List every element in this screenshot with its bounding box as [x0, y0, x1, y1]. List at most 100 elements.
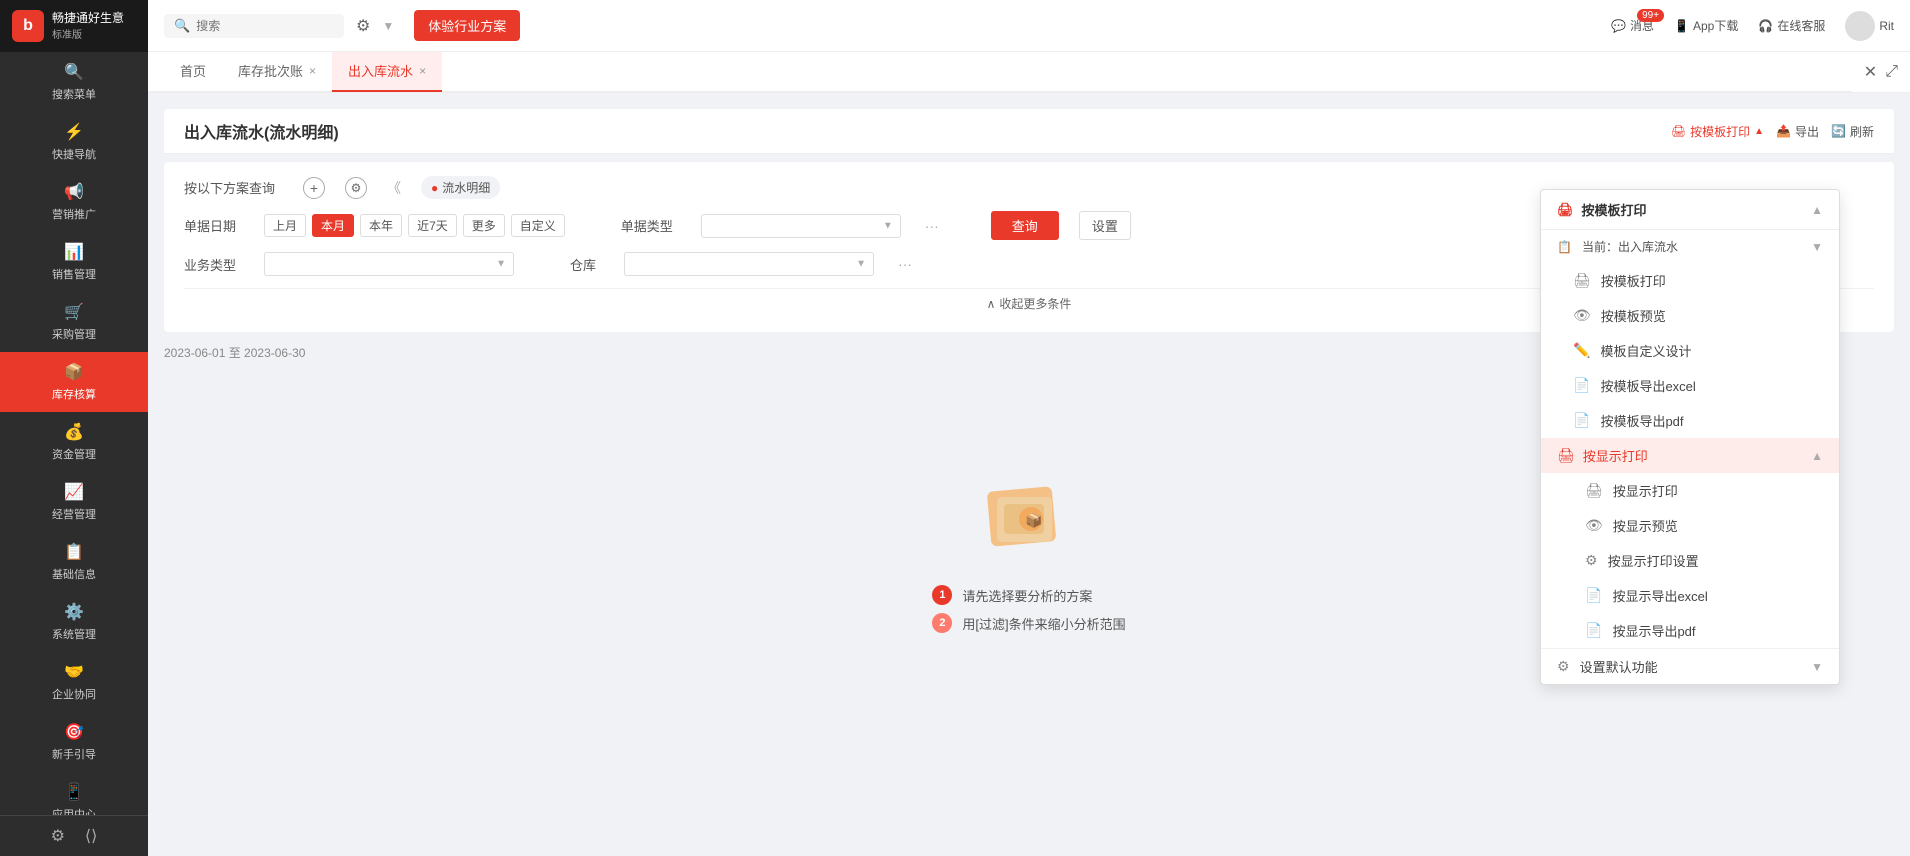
- sidebar-item-guide[interactable]: 🎯 新手引导: [0, 712, 148, 772]
- search-input[interactable]: [196, 19, 326, 33]
- sidebar-item-purchase[interactable]: 🛒 采购管理: [0, 292, 148, 352]
- date-current-month[interactable]: 本月: [312, 214, 354, 237]
- date-prev-month[interactable]: 上月: [264, 214, 306, 237]
- sidebar-icon-finance: 💰: [64, 422, 84, 442]
- sidebar-label-quick-nav: 快捷导航: [52, 146, 96, 162]
- avatar: [1845, 11, 1875, 41]
- print-dropdown-panel: 🖨 按模板打印 ▲ 📋 当前：出入库流水 ▼ 🖨 按模板打印 �: [1540, 189, 1840, 685]
- tab-batch-account-close[interactable]: ×: [309, 64, 316, 78]
- current-icon: 📋: [1557, 240, 1572, 254]
- brand-badge: 标准版: [52, 26, 124, 41]
- app-download-icon: 📱: [1674, 19, 1689, 33]
- print-template-btn[interactable]: 🖨 按模板打印 ▲: [1671, 123, 1764, 140]
- display-preview-icon: 👁: [1585, 517, 1603, 534]
- date-custom[interactable]: 自定义: [511, 214, 565, 237]
- warehouse-more-btn[interactable]: ···: [894, 252, 916, 276]
- topbar-dropdown-icon[interactable]: ▼: [382, 19, 394, 33]
- online-service-btn[interactable]: 🎧 在线客服: [1758, 17, 1825, 34]
- tab-flow[interactable]: 出入库流水 ×: [332, 52, 442, 92]
- template-export-excel-item[interactable]: 📄 按模板导出excel: [1541, 368, 1839, 403]
- brand-name: 畅捷通好生意: [52, 11, 124, 27]
- business-type-select-wrapper: [264, 252, 514, 276]
- step-1-num: 1: [932, 585, 952, 605]
- template-custom-item[interactable]: ✏️ 模板自定义设计: [1541, 333, 1839, 368]
- template-export-pdf-item[interactable]: 📄 按模板导出pdf: [1541, 403, 1839, 438]
- sidebar: b 畅捷通好生意 标准版 🔍 搜索菜单 ⚡ 快捷导航 📢 营销推广 📊 销售管理…: [0, 0, 148, 856]
- content-area: 出入库流水(流水明细) 🖨 按模板打印 ▲ 📤 导出 🔄 刷新: [148, 93, 1910, 856]
- query-btn[interactable]: 查询: [991, 211, 1059, 240]
- template-print-item[interactable]: 🖨 按模板打印: [1541, 263, 1839, 298]
- sidebar-item-marketing[interactable]: 📢 营销推广: [0, 172, 148, 232]
- print-header-icon: 🖨: [1557, 202, 1574, 218]
- page-header: 出入库流水(流水明细) 🖨 按模板打印 ▲ 📤 导出 🔄 刷新: [164, 109, 1894, 154]
- display-print-settings-item[interactable]: ⚙ 按显示打印设置: [1541, 543, 1839, 578]
- print-dropdown-chevron-up[interactable]: ▲: [1811, 203, 1823, 217]
- user-avatar-area[interactable]: Rit: [1845, 11, 1894, 41]
- settings-btn[interactable]: 设置: [1079, 211, 1131, 240]
- sidebar-item-operations[interactable]: 📈 经营管理: [0, 472, 148, 532]
- set-default-item[interactable]: ⚙ 设置默认功能 ▼: [1541, 648, 1839, 684]
- refresh-btn[interactable]: 🔄 刷新: [1831, 123, 1874, 140]
- sidebar-label-inventory: 库存核算: [52, 386, 96, 402]
- print-dropdown-header: 🖨 按模板打印 ▲: [1541, 190, 1839, 230]
- tab-home[interactable]: 首页: [164, 52, 222, 92]
- app-download-btn[interactable]: 📱 App下载: [1674, 17, 1738, 34]
- template-preview-item[interactable]: 👁 按模板预览: [1541, 298, 1839, 333]
- sidebar-label-cooperation: 企业协同: [52, 686, 96, 702]
- sidebar-item-basic-info[interactable]: 📋 基础信息: [0, 532, 148, 592]
- window-close-icon[interactable]: ✕: [1864, 62, 1877, 82]
- doc-type-more-btn[interactable]: ···: [921, 214, 943, 238]
- filter-label: 按以下方案查询: [184, 178, 275, 197]
- tab-flow-close[interactable]: ×: [419, 64, 426, 78]
- doc-type-select[interactable]: [701, 214, 901, 238]
- date-more[interactable]: 更多: [463, 214, 505, 237]
- export-btn[interactable]: 📤 导出: [1776, 123, 1819, 140]
- trial-button[interactable]: 体验行业方案: [414, 10, 520, 41]
- sidebar-icon-sales: 📊: [64, 242, 84, 262]
- collapse-sidebar-icon[interactable]: ⟨⟩: [85, 826, 97, 846]
- print-icon: 🖨: [1671, 124, 1686, 138]
- date-7days[interactable]: 近7天: [408, 214, 457, 237]
- filter-collapse-icon[interactable]: 《: [387, 178, 401, 198]
- sidebar-label-marketing: 营销推广: [52, 206, 96, 222]
- display-preview-item[interactable]: 👁 按显示预览: [1541, 508, 1839, 543]
- display-print-section-icon: 🖨: [1557, 447, 1575, 464]
- topbar-gear-icon[interactable]: ⚙: [356, 16, 370, 36]
- warehouse-select[interactable]: [624, 252, 874, 276]
- empty-steps: 1 请先选择要分析的方案 2 用[过滤]条件来缩小分析范围: [932, 585, 1125, 633]
- sidebar-item-finance[interactable]: 💰 资金管理: [0, 412, 148, 472]
- sidebar-icon-purchase: 🛒: [64, 302, 84, 322]
- business-type-select[interactable]: [264, 252, 514, 276]
- sidebar-item-search-menu[interactable]: 🔍 搜索菜单: [0, 52, 148, 112]
- page-title: 出入库流水(流水明细): [184, 119, 339, 143]
- sidebar-item-cooperation[interactable]: 🤝 企业协同: [0, 652, 148, 712]
- sidebar-item-quick-nav[interactable]: ⚡ 快捷导航: [0, 112, 148, 172]
- sidebar-icon-marketing: 📢: [64, 182, 84, 202]
- filter-add-btn[interactable]: +: [303, 177, 325, 199]
- display-print-section[interactable]: 🖨 按显示打印 ▲: [1541, 438, 1839, 473]
- step-2-num: 2: [932, 613, 952, 633]
- sidebar-icon-inventory: 📦: [64, 362, 84, 382]
- refresh-icon: 🔄: [1831, 124, 1846, 138]
- topbar-search-box[interactable]: 🔍: [164, 14, 344, 38]
- sidebar-item-app-center[interactable]: 📱 应用中心: [0, 772, 148, 815]
- window-maximize-icon[interactable]: ⤢: [1885, 63, 1898, 81]
- warehouse-select-wrapper: [624, 252, 874, 276]
- filter-settings-btn[interactable]: ⚙: [345, 177, 367, 199]
- sidebar-item-inventory[interactable]: 📦 库存核算: [0, 352, 148, 412]
- display-print-item[interactable]: 🖨 按显示打印: [1541, 473, 1839, 508]
- current-template-item[interactable]: 📋 当前：出入库流水 ▼: [1541, 230, 1839, 263]
- sidebar-item-sales[interactable]: 📊 销售管理: [0, 232, 148, 292]
- template-custom-icon: ✏️: [1573, 342, 1590, 359]
- date-this-year[interactable]: 本年: [360, 214, 402, 237]
- display-export-excel-item[interactable]: 📄 按显示导出excel: [1541, 578, 1839, 613]
- settings-icon[interactable]: ⚙: [51, 826, 65, 846]
- empty-step-1: 1 请先选择要分析的方案: [932, 585, 1125, 605]
- sidebar-icon-basic-info: 📋: [64, 542, 84, 562]
- sidebar-item-system[interactable]: ⚙️ 系统管理: [0, 592, 148, 652]
- display-export-pdf-item[interactable]: 📄 按显示导出pdf: [1541, 613, 1839, 648]
- tab-batch-account[interactable]: 库存批次账 ×: [222, 52, 332, 92]
- message-icon: 💬: [1611, 19, 1626, 33]
- empty-step-2: 2 用[过滤]条件来缩小分析范围: [932, 613, 1125, 633]
- message-btn[interactable]: 💬 消息 99+: [1611, 17, 1654, 34]
